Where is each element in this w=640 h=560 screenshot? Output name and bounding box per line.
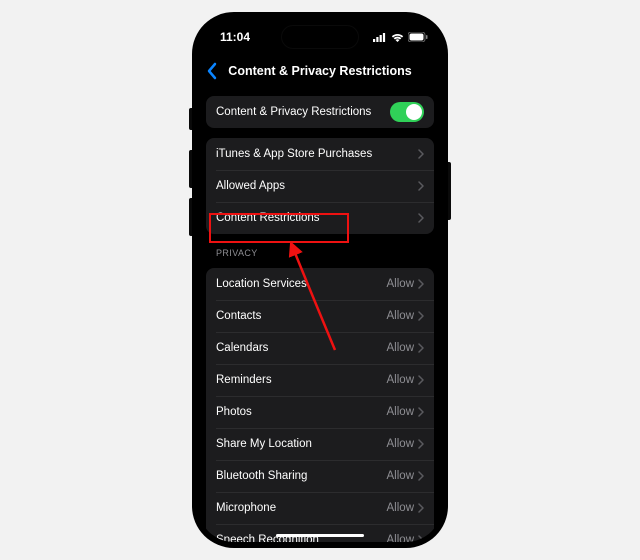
row-value: Allow xyxy=(387,278,414,290)
row-value: Allow xyxy=(387,502,414,514)
nav-bar: Content & Privacy Restrictions xyxy=(198,56,442,86)
volume-up-button xyxy=(189,150,192,188)
row-label: Bluetooth Sharing xyxy=(216,470,387,482)
row-label: Share My Location xyxy=(216,438,387,450)
settings-list[interactable]: Content & Privacy Restrictions iTunes & … xyxy=(198,86,442,542)
chevron-right-icon xyxy=(418,279,424,289)
row-label: Calendars xyxy=(216,342,387,354)
row-reminders[interactable]: Reminders Allow xyxy=(206,364,434,396)
row-label: Microphone xyxy=(216,502,387,514)
row-label: Contacts xyxy=(216,310,387,322)
row-allowed-apps[interactable]: Allowed Apps xyxy=(206,170,434,202)
toggle-switch[interactable] xyxy=(390,102,424,122)
group-privacy: Location Services Allow Contacts Allow C… xyxy=(206,268,434,542)
row-contacts[interactable]: Contacts Allow xyxy=(206,300,434,332)
mute-switch xyxy=(189,108,192,130)
row-share-location[interactable]: Share My Location Allow xyxy=(206,428,434,460)
row-value: Allow xyxy=(387,374,414,386)
group-main: iTunes & App Store Purchases Allowed App… xyxy=(206,138,434,234)
iphone-frame: 11:04 Content & Privacy Restrictions Con… xyxy=(192,12,448,548)
row-bluetooth-sharing[interactable]: Bluetooth Sharing Allow xyxy=(206,460,434,492)
wifi-icon xyxy=(391,33,404,42)
battery-icon xyxy=(408,32,428,42)
row-location-services[interactable]: Location Services Allow xyxy=(206,268,434,300)
group-toggle: Content & Privacy Restrictions xyxy=(206,96,434,128)
row-label: Content & Privacy Restrictions xyxy=(216,106,390,118)
row-label: Reminders xyxy=(216,374,387,386)
row-label: Photos xyxy=(216,406,387,418)
row-value: Allow xyxy=(387,470,414,482)
row-itunes-purchases[interactable]: iTunes & App Store Purchases xyxy=(206,138,434,170)
chevron-right-icon xyxy=(418,535,424,542)
chevron-right-icon xyxy=(418,375,424,385)
screen: 11:04 Content & Privacy Restrictions Con… xyxy=(198,18,442,542)
chevron-left-icon xyxy=(206,62,218,80)
row-content-privacy-toggle[interactable]: Content & Privacy Restrictions xyxy=(206,96,434,128)
row-value: Allow xyxy=(387,310,414,322)
cellular-icon xyxy=(373,33,387,42)
row-label: Location Services xyxy=(216,278,387,290)
chevron-right-icon xyxy=(418,213,424,223)
side-button xyxy=(448,162,451,220)
row-microphone[interactable]: Microphone Allow xyxy=(206,492,434,524)
section-header-privacy: Privacy xyxy=(206,248,434,258)
chevron-right-icon xyxy=(418,407,424,417)
row-value: Allow xyxy=(387,342,414,354)
row-value: Allow xyxy=(387,438,414,450)
row-content-restrictions[interactable]: Content Restrictions xyxy=(206,202,434,234)
chevron-right-icon xyxy=(418,503,424,513)
status-time: 11:04 xyxy=(220,30,250,44)
chevron-right-icon xyxy=(418,343,424,353)
row-calendars[interactable]: Calendars Allow xyxy=(206,332,434,364)
volume-down-button xyxy=(189,198,192,236)
row-value: Allow xyxy=(387,406,414,418)
row-label: Content Restrictions xyxy=(216,212,418,224)
chevron-right-icon xyxy=(418,311,424,321)
home-indicator[interactable] xyxy=(276,534,364,538)
dynamic-island xyxy=(282,26,358,48)
row-label: Allowed Apps xyxy=(216,180,418,192)
row-label: iTunes & App Store Purchases xyxy=(216,148,418,160)
chevron-right-icon xyxy=(418,471,424,481)
back-button[interactable] xyxy=(206,62,218,80)
row-photos[interactable]: Photos Allow xyxy=(206,396,434,428)
row-value: Allow xyxy=(387,534,414,542)
chevron-right-icon xyxy=(418,181,424,191)
page-title: Content & Privacy Restrictions xyxy=(198,64,442,78)
chevron-right-icon xyxy=(418,439,424,449)
chevron-right-icon xyxy=(418,149,424,159)
